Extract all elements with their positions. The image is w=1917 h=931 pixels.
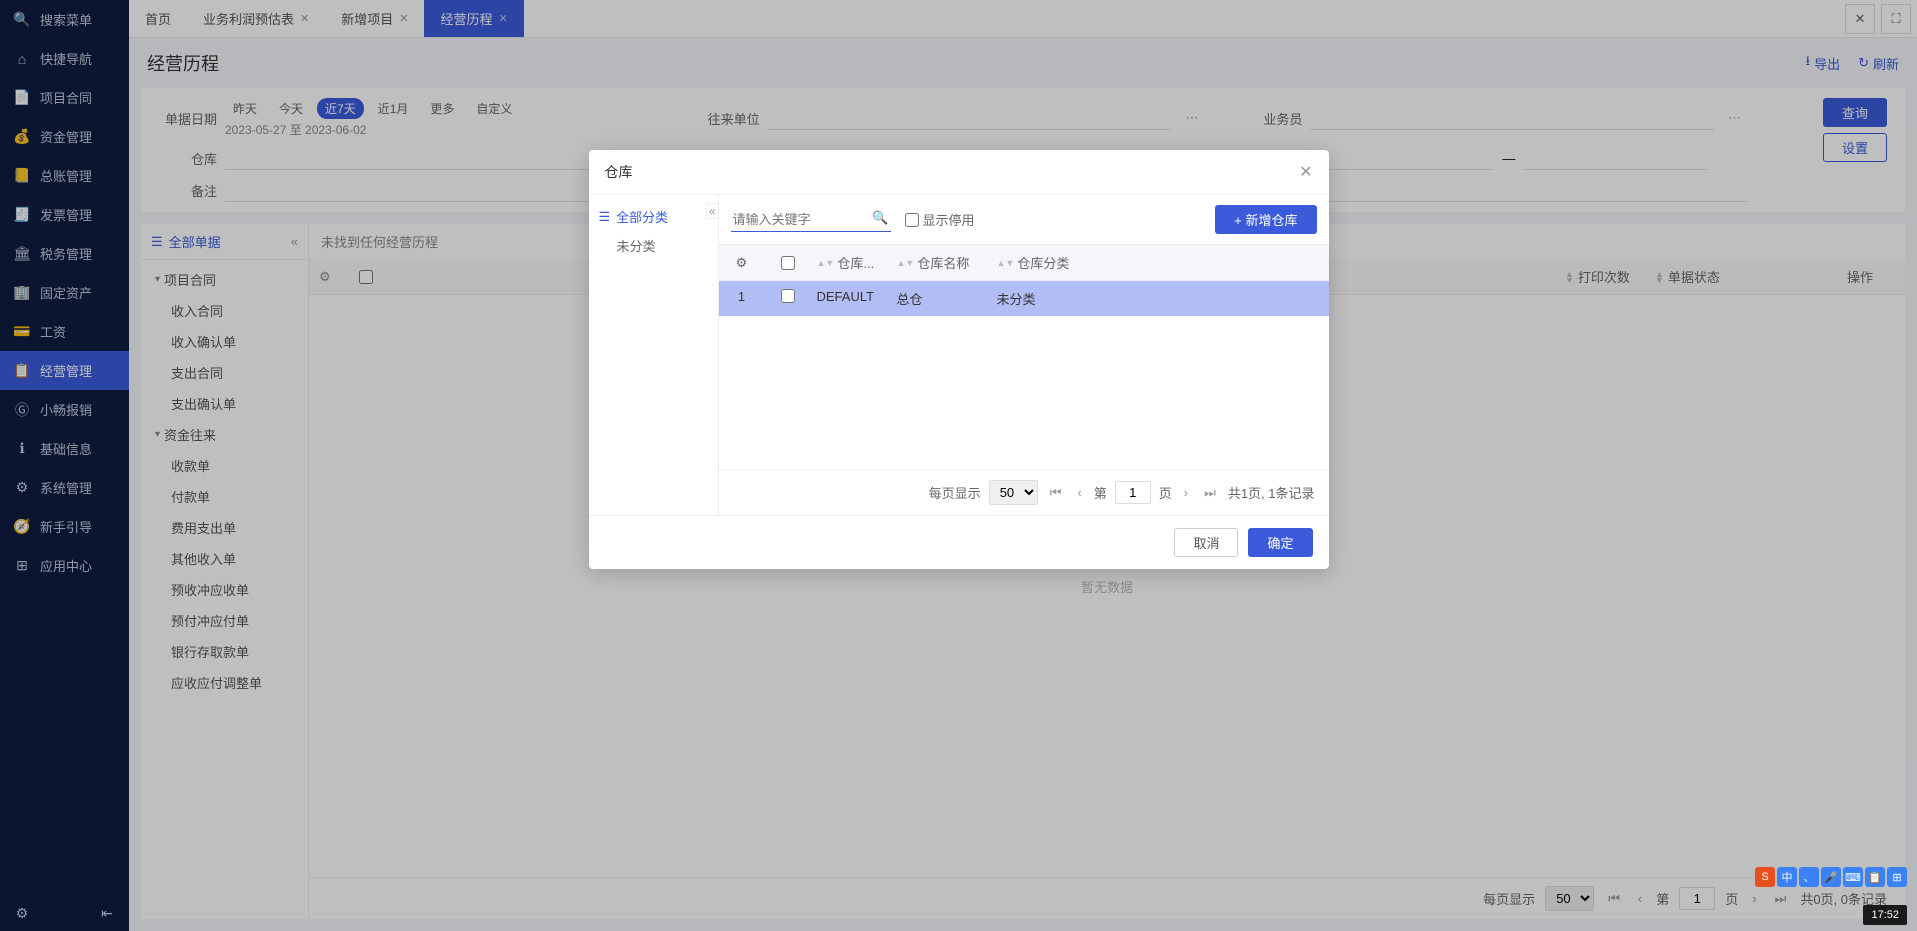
- first-page-icon[interactable]: ⏮: [1046, 481, 1066, 505]
- collapse-tree-icon[interactable]: «: [706, 203, 719, 219]
- sort-icon[interactable]: ▲▼: [817, 260, 835, 266]
- search-icon[interactable]: 🔍: [872, 210, 888, 226]
- row-name: 总仓: [891, 281, 991, 316]
- ime-toolbar: S 中 、 🎤 ⌨ 📋 ⊞: [1755, 867, 1907, 887]
- system-clock: 17:52: [1863, 905, 1907, 925]
- row-code: DEFAULT: [811, 281, 891, 316]
- close-icon[interactable]: ✕: [1299, 162, 1312, 182]
- ime-punct-icon[interactable]: 、: [1799, 867, 1819, 887]
- row-checkbox[interactable]: [781, 289, 795, 303]
- page-input[interactable]: [1115, 481, 1151, 504]
- gear-icon[interactable]: ⚙: [736, 255, 748, 271]
- warehouse-modal: 仓库 ✕ « ☰全部分类 未分类 🔍 显示停用: [589, 150, 1329, 569]
- last-page-icon[interactable]: ⏭: [1200, 481, 1220, 505]
- new-warehouse-button[interactable]: + 新增仓库: [1215, 205, 1316, 234]
- list-icon: ☰: [599, 209, 611, 225]
- ime-keyboard-icon[interactable]: ⌨: [1843, 867, 1863, 887]
- modal-tree-node[interactable]: 未分类: [599, 228, 708, 255]
- modal-overlay[interactable]: 仓库 ✕ « ☰全部分类 未分类 🔍 显示停用: [0, 0, 1917, 931]
- ok-button[interactable]: 确定: [1248, 528, 1312, 557]
- ime-lang-icon[interactable]: 中: [1777, 867, 1797, 887]
- select-all-checkbox[interactable]: [781, 256, 795, 270]
- ime-s-icon[interactable]: S: [1755, 867, 1775, 887]
- modal-search-input[interactable]: [731, 208, 891, 232]
- page-size-select[interactable]: 50: [989, 480, 1038, 505]
- modal-title: 仓库: [605, 162, 633, 182]
- sort-icon[interactable]: ▲▼: [897, 260, 915, 266]
- page-prefix: 第: [1094, 483, 1107, 502]
- modal-tree-all[interactable]: ☰全部分类: [599, 205, 708, 228]
- ime-clipboard-icon[interactable]: 📋: [1865, 867, 1885, 887]
- sort-icon[interactable]: ▲▼: [997, 260, 1015, 266]
- page-size-label: 每页显示: [929, 483, 981, 502]
- ime-mic-icon[interactable]: 🎤: [1821, 867, 1841, 887]
- ime-grid-icon[interactable]: ⊞: [1887, 867, 1907, 887]
- row-index: 1: [719, 281, 765, 316]
- table-row[interactable]: 1 DEFAULT 总仓 未分类: [719, 281, 1329, 316]
- next-page-icon[interactable]: ›: [1180, 481, 1192, 504]
- pagination-summary: 共1页, 1条记录: [1228, 483, 1315, 502]
- col-code[interactable]: 仓库...: [837, 253, 874, 272]
- col-cat[interactable]: 仓库分类: [1017, 253, 1069, 272]
- row-cat: 未分类: [991, 281, 1329, 316]
- col-name[interactable]: 仓库名称: [917, 253, 969, 272]
- show-disabled-checkbox[interactable]: 显示停用: [905, 210, 975, 229]
- prev-page-icon[interactable]: ‹: [1073, 481, 1085, 504]
- cancel-button[interactable]: 取消: [1174, 528, 1238, 557]
- page-suffix: 页: [1159, 483, 1172, 502]
